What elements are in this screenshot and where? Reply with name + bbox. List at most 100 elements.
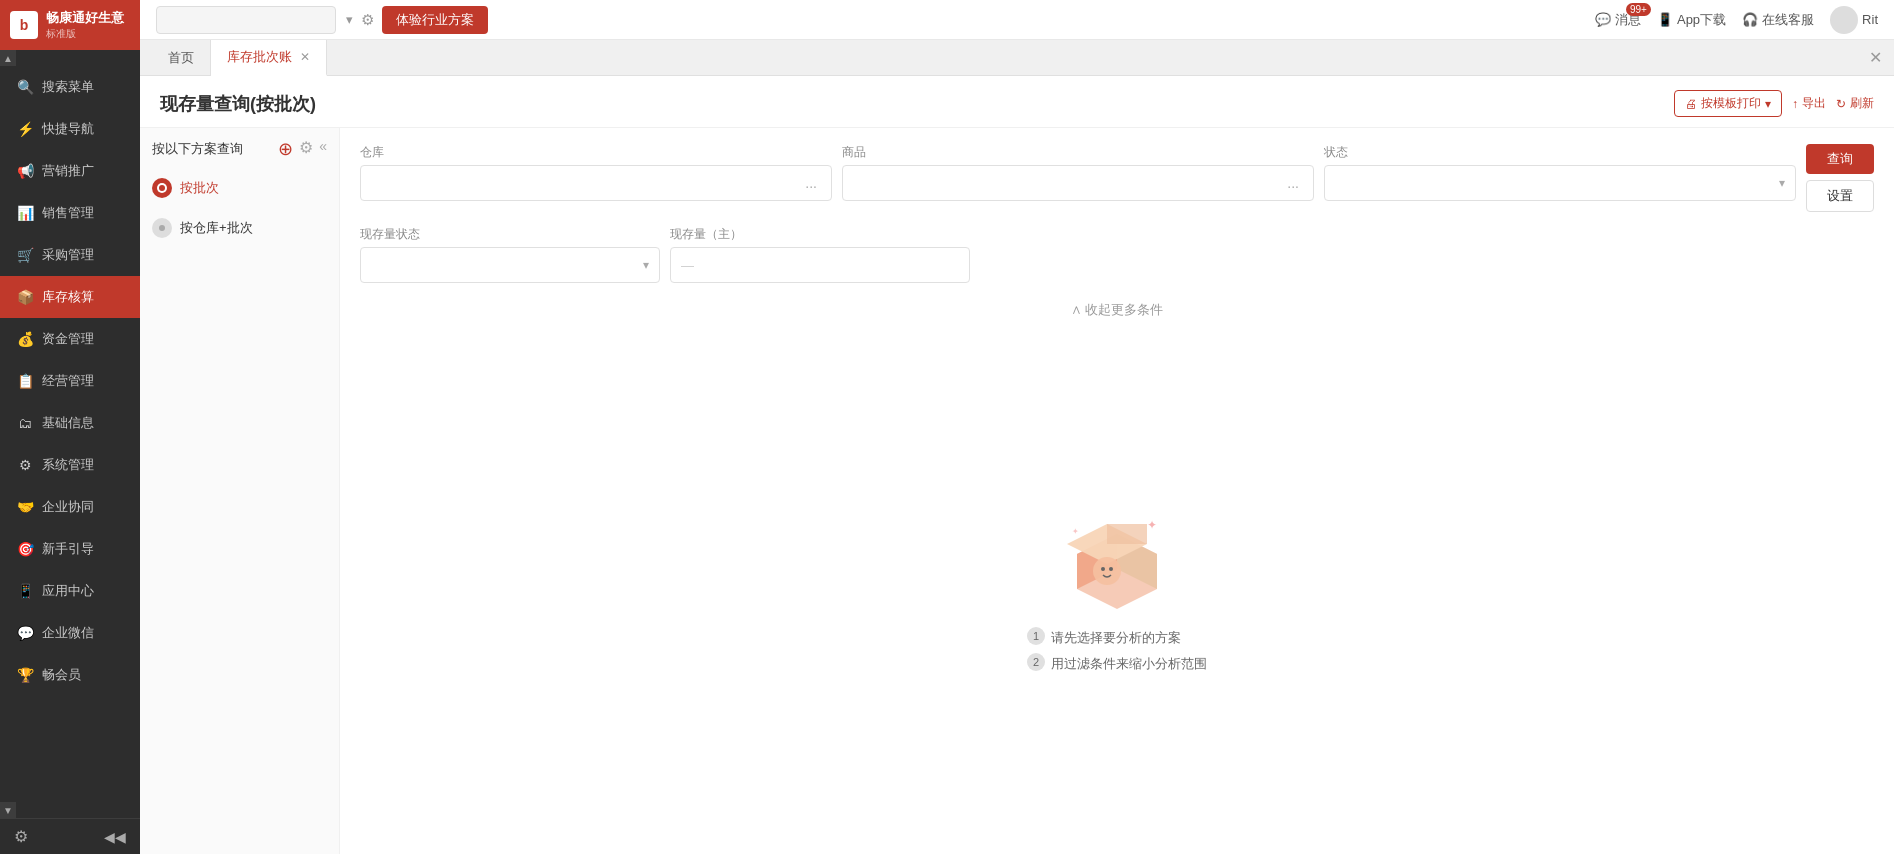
sidebar-label-quicknav: 快捷导航 — [42, 120, 94, 138]
svg-marker-8 — [1107, 524, 1147, 544]
sidebar-item-purchase[interactable]: 🛒 采购管理 — [0, 234, 140, 276]
sidebar-item-sales[interactable]: 📊 销售管理 — [0, 192, 140, 234]
topbar: ▾ ⚙ 体验行业方案 💬 消息 99+ 📱 App下载 🎧 在线客服 Rit — [140, 0, 1894, 40]
sidebar-item-marketing[interactable]: 📢 营销推广 — [0, 150, 140, 192]
sidebar-label-member: 畅会员 — [42, 666, 81, 684]
quicknav-icon: ⚡ — [16, 120, 34, 138]
messages-button[interactable]: 💬 消息 99+ — [1595, 11, 1641, 29]
wechat-icon: 💬 — [16, 624, 34, 642]
topbar-right: 💬 消息 99+ 📱 App下载 🎧 在线客服 Rit — [1595, 6, 1878, 34]
inventory-status-input[interactable]: ▾ — [360, 247, 660, 283]
collapse-more-conditions[interactable]: ∧ 收起更多条件 — [360, 297, 1874, 323]
plan-item-by-warehouse-batch[interactable]: 按仓库+批次 — [140, 208, 339, 248]
sales-icon: 📊 — [16, 204, 34, 222]
sidebar-bottom: ⚙ ◀◀ — [0, 818, 140, 854]
sidebar-nav: 🔍 搜索菜单 ⚡ 快捷导航 📢 营销推广 📊 销售管理 🛒 采购管理 📦 库存核… — [0, 66, 140, 802]
hint-1-num: 1 — [1027, 627, 1045, 645]
add-plan-icon[interactable]: ⊕ — [278, 138, 293, 160]
member-icon: 🏆 — [16, 666, 34, 684]
print-label: 按模板打印 — [1701, 95, 1761, 112]
industry-solution-button[interactable]: 体验行业方案 — [382, 6, 488, 34]
product-input[interactable]: ... — [842, 165, 1314, 201]
settings-button[interactable]: 设置 — [1806, 180, 1874, 212]
sidebar-item-basic[interactable]: 🗂 基础信息 — [0, 402, 140, 444]
collapse-left-panel-icon[interactable]: « — [319, 138, 327, 160]
hint-2-text: 用过滤条件来缩小分析范围 — [1051, 651, 1207, 677]
operation-icon: 📋 — [16, 372, 34, 390]
tab-home[interactable]: 首页 — [152, 40, 211, 76]
plan-settings-icon[interactable]: ⚙ — [299, 138, 313, 160]
topbar-gear-icon[interactable]: ⚙ — [361, 11, 374, 29]
enterprise-icon: 🤝 — [16, 498, 34, 516]
newuser-icon: 🎯 — [16, 540, 34, 558]
sidebar-scroll-down[interactable]: ▼ — [0, 802, 16, 818]
plan-icon-batch — [152, 178, 172, 198]
sidebar-item-newuser[interactable]: 🎯 新手引导 — [0, 528, 140, 570]
sidebar-settings-icon[interactable]: ⚙ — [14, 827, 28, 846]
filter-row-2: 现存量状态 ▾ 现存量（主） — — [360, 226, 1874, 283]
sidebar-item-operation[interactable]: 📋 经营管理 — [0, 360, 140, 402]
export-button[interactable]: ↑ 导出 — [1792, 95, 1826, 112]
sidebar-item-search[interactable]: 🔍 搜索菜单 — [0, 66, 140, 108]
online-service-label: 在线客服 — [1762, 11, 1814, 29]
print-dropdown-icon[interactable]: ▾ — [1765, 97, 1771, 111]
refresh-icon: ↻ — [1836, 97, 1846, 111]
filter-warehouse-group: 仓库 ... — [360, 144, 832, 201]
sidebar-item-wechat[interactable]: 💬 企业微信 — [0, 612, 140, 654]
user-menu-button[interactable]: Rit — [1830, 6, 1878, 34]
sidebar: b 畅康通好生意 标准版 ▲ 🔍 搜索菜单 ⚡ 快捷导航 📢 营销推广 📊 销售… — [0, 0, 140, 854]
body-split: 按以下方案查询 ⊕ ⚙ « 按批次 — [140, 128, 1894, 854]
avatar — [1830, 6, 1858, 34]
sidebar-scroll-up[interactable]: ▲ — [0, 50, 16, 66]
refresh-label: 刷新 — [1850, 95, 1874, 112]
status-chevron-icon[interactable]: ▾ — [1779, 176, 1785, 190]
sidebar-item-system[interactable]: ⚙ 系统管理 — [0, 444, 140, 486]
status-input[interactable]: ▾ — [1324, 165, 1796, 201]
product-more-icon[interactable]: ... — [1283, 173, 1303, 193]
status-label: 状态 — [1324, 144, 1796, 161]
inventory-qty-input[interactable]: — — [670, 247, 970, 283]
sidebar-item-finance[interactable]: 💰 资金管理 — [0, 318, 140, 360]
page-title: 现存量查询(按批次) — [160, 92, 316, 116]
sidebar-label-enterprise: 企业协同 — [42, 498, 94, 516]
sidebar-item-enterprise[interactable]: 🤝 企业协同 — [0, 486, 140, 528]
main-area: ▾ ⚙ 体验行业方案 💬 消息 99+ 📱 App下载 🎧 在线客服 Rit — [140, 0, 1894, 854]
app-subtitle: 标准版 — [46, 27, 124, 41]
plan-icon-warehouse-batch — [152, 218, 172, 238]
plan-label-batch: 按批次 — [180, 179, 219, 197]
warehouse-input[interactable]: ... — [360, 165, 832, 201]
sidebar-collapse-icon[interactable]: ◀◀ — [104, 829, 126, 845]
finance-icon: 💰 — [16, 330, 34, 348]
svg-text:✦: ✦ — [1147, 518, 1157, 532]
sidebar-item-member[interactable]: 🏆 畅会员 — [0, 654, 140, 696]
page-header-actions: 🖨 按模板打印 ▾ ↑ 导出 ↻ 刷新 — [1674, 90, 1874, 117]
refresh-button[interactable]: ↻ 刷新 — [1836, 95, 1874, 112]
sidebar-item-inventory[interactable]: 📦 库存核算 — [0, 276, 140, 318]
print-button[interactable]: 🖨 按模板打印 ▾ — [1674, 90, 1782, 117]
plan-item-by-batch[interactable]: 按批次 — [140, 168, 339, 208]
product-label: 商品 — [842, 144, 1314, 161]
sidebar-item-appstore[interactable]: 📱 应用中心 — [0, 570, 140, 612]
message-icon: 💬 — [1595, 12, 1611, 27]
panel-close-icon[interactable]: ✕ — [1869, 48, 1882, 67]
query-button[interactable]: 查询 — [1806, 144, 1874, 174]
svg-point-10 — [1101, 567, 1105, 571]
empty-illustration: ✦ ✦ — [1057, 499, 1177, 609]
inventory-qty-dash: — — [681, 258, 694, 273]
inventory-status-chevron-icon[interactable]: ▾ — [643, 258, 649, 272]
tab-close-icon[interactable]: ✕ — [300, 50, 310, 64]
tab-inventory-batch[interactable]: 库存批次账 ✕ — [211, 40, 327, 76]
empty-hints: 1 请先选择要分析的方案 2 用过滤条件来缩小分析范围 — [1027, 625, 1207, 677]
svg-point-9 — [1093, 557, 1121, 585]
topbar-actions: ▾ ⚙ 体验行业方案 — [346, 6, 1585, 34]
empty-hint-1: 1 请先选择要分析的方案 — [1027, 625, 1207, 651]
topbar-search-input[interactable] — [156, 6, 336, 34]
topbar-dropdown-icon[interactable]: ▾ — [346, 12, 353, 27]
tabbar-close-panel[interactable]: ✕ — [1869, 48, 1882, 67]
online-service-button[interactable]: 🎧 在线客服 — [1742, 11, 1814, 29]
sidebar-item-quicknav[interactable]: ⚡ 快捷导航 — [0, 108, 140, 150]
warehouse-more-icon[interactable]: ... — [801, 173, 821, 193]
app-download-button[interactable]: 📱 App下载 — [1657, 11, 1726, 29]
page-header: 现存量查询(按批次) 🖨 按模板打印 ▾ ↑ 导出 ↻ 刷新 — [140, 76, 1894, 128]
app-download-label: App下载 — [1677, 11, 1726, 29]
